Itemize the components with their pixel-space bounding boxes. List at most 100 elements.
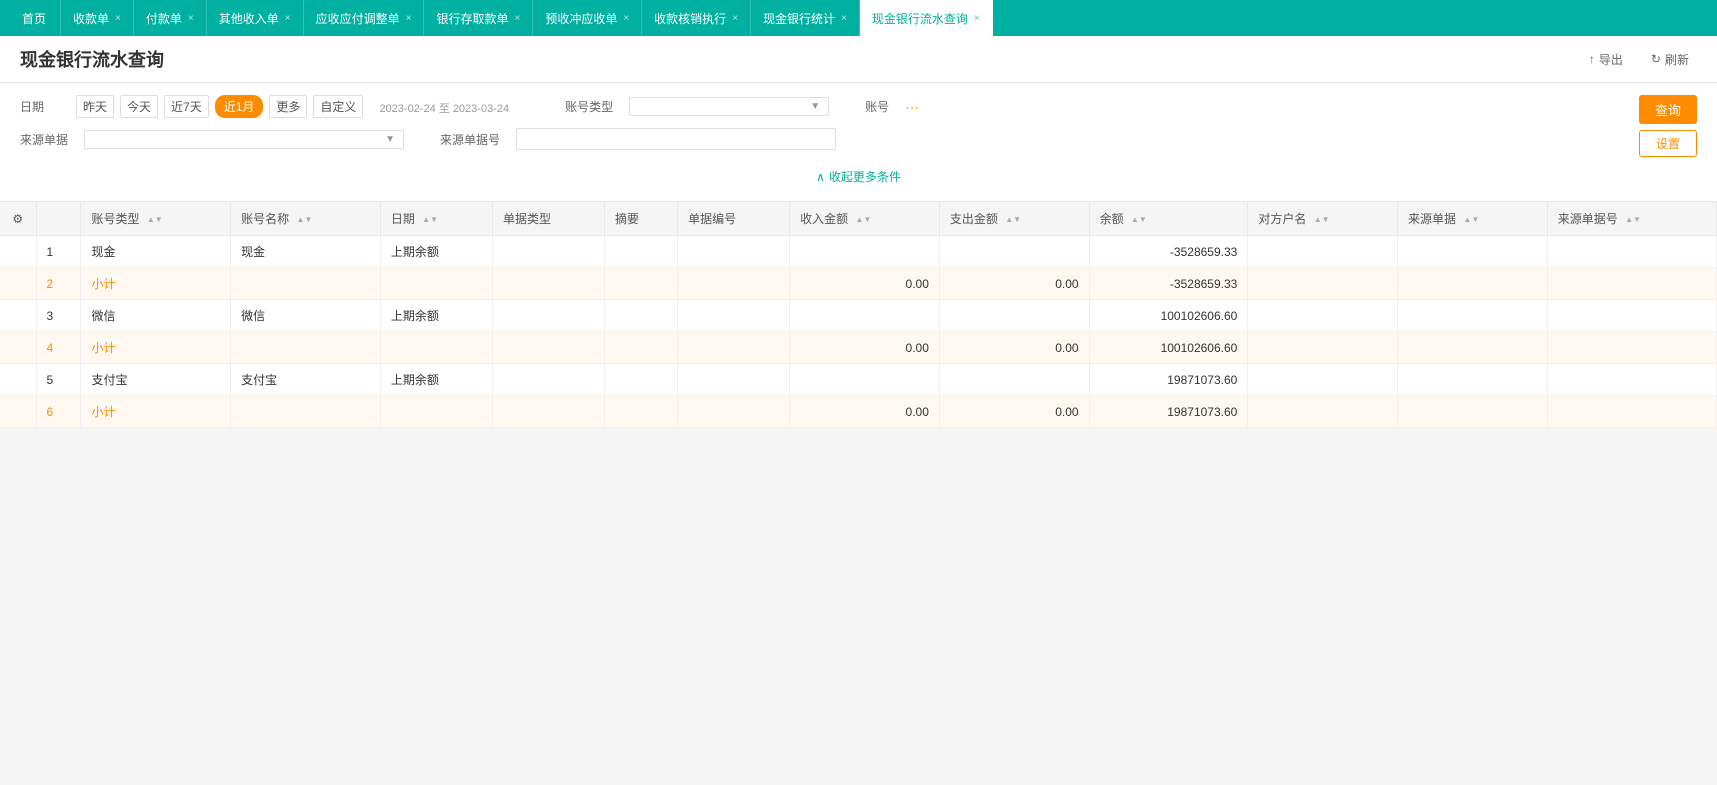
row-source-doc-no [1547, 268, 1716, 300]
row-source-doc-no [1547, 332, 1716, 364]
filter-area: 日期 昨天 今天 近7天 近1月 更多 自定义 2023-02-24 至 202… [0, 83, 1717, 202]
row-account-name: 现金 [231, 236, 381, 268]
source-doc-label: 来源单据 [20, 131, 68, 148]
th-summary: 摘要 [605, 202, 678, 236]
th-date[interactable]: 日期 ▲▼ [380, 202, 492, 236]
th-expense[interactable]: 支出金额 ▲▼ [939, 202, 1089, 236]
date-btn-custom[interactable]: 自定义 [313, 95, 363, 118]
refresh-button[interactable]: ↻ 刷新 [1643, 47, 1697, 72]
nav-item-收款核销执行[interactable]: 收款核销执行× [642, 0, 751, 36]
row-settings-cell [0, 268, 36, 300]
row-date: 上期余额 [380, 364, 492, 396]
th-account-name[interactable]: 账号名称 ▲▼ [231, 202, 381, 236]
nav-item-首页[interactable]: 首页 [8, 0, 61, 36]
row-summary [605, 300, 678, 332]
nav-item-预收冲应收单[interactable]: 预收冲应收单× [533, 0, 642, 36]
row-doc-type [492, 236, 604, 268]
th-income[interactable]: 收入金额 ▲▼ [790, 202, 940, 236]
account-type-select[interactable]: ▼ [629, 97, 829, 116]
row-account-name: 支付宝 [231, 364, 381, 396]
nav-label: 其他收入单 [219, 10, 279, 27]
row-settings-cell [0, 396, 36, 428]
row-doc-no [678, 268, 790, 300]
nav-item-付款单[interactable]: 付款单 × [134, 0, 207, 36]
row-summary [605, 236, 678, 268]
th-source-doc-no[interactable]: 来源单据号 ▲▼ [1547, 202, 1716, 236]
source-doc-no-label: 来源单据号 [440, 131, 500, 148]
nav-item-应收应付调整单[interactable]: 应收应付调整单× [304, 0, 425, 36]
page-header: 现金银行流水查询 ↑ 导出 ↻ 刷新 [0, 36, 1717, 83]
query-button[interactable]: 查询 [1639, 95, 1697, 124]
row-doc-no [678, 364, 790, 396]
nav-close-icon[interactable]: × [974, 13, 980, 24]
nav-close-icon[interactable]: × [732, 13, 738, 24]
nav-item-收款单[interactable]: 收款单 × [61, 0, 134, 36]
row-account-type: 微信 [81, 300, 231, 332]
row-settings-cell [0, 300, 36, 332]
table-row: 3 微信 微信 上期余额 100102606.60 [0, 300, 1717, 332]
nav-close-icon[interactable]: × [514, 13, 520, 24]
row-counterparty [1248, 396, 1398, 428]
settings-col-header[interactable]: ⚙ [0, 202, 36, 236]
row-doc-type [492, 396, 604, 428]
th-doc-type: 单据类型 [492, 202, 604, 236]
row-account-name [231, 332, 381, 364]
row-summary [605, 332, 678, 364]
row-summary [605, 396, 678, 428]
account-dots[interactable]: ··· [901, 99, 923, 115]
table-row: 5 支付宝 支付宝 上期余额 19871073.60 [0, 364, 1717, 396]
header-actions: ↑ 导出 ↻ 刷新 [1581, 47, 1697, 72]
th-source-doc[interactable]: 来源单据 ▲▼ [1398, 202, 1548, 236]
nav-label: 收款单 [73, 10, 109, 27]
nav-item-现金银行流水查询[interactable]: 现金银行流水查询× [860, 0, 993, 36]
row-doc-no [678, 300, 790, 332]
settings-button[interactable]: 设置 [1639, 130, 1697, 157]
row-expense [939, 236, 1089, 268]
row-doc-no [678, 236, 790, 268]
nav-close-icon[interactable]: × [285, 13, 291, 24]
row-doc-type [492, 300, 604, 332]
account-type-label: 账号类型 [565, 98, 621, 115]
date-btn-1month[interactable]: 近1月 [215, 95, 264, 118]
source-doc-select[interactable]: ▼ [84, 130, 404, 149]
collapse-bar[interactable]: ∧ 收起更多条件 [20, 164, 1697, 189]
row-balance: -3528659.33 [1089, 236, 1248, 268]
th-balance[interactable]: 余额 ▲▼ [1089, 202, 1248, 236]
export-button[interactable]: ↑ 导出 [1581, 47, 1631, 72]
row-counterparty [1248, 300, 1398, 332]
date-btn-more[interactable]: 更多 [269, 95, 307, 118]
nav-close-icon[interactable]: × [623, 13, 629, 24]
row-source-doc [1398, 396, 1548, 428]
date-btn-today[interactable]: 今天 [120, 95, 158, 118]
filter-wrapper: 日期 昨天 今天 近7天 近1月 更多 自定义 2023-02-24 至 202… [20, 95, 1697, 160]
date-btn-7days[interactable]: 近7天 [164, 95, 209, 118]
row-doc-no [678, 396, 790, 428]
nav-close-icon[interactable]: × [188, 13, 194, 24]
table-row: 2 小计 0.00 0.00 -3528659.33 [0, 268, 1717, 300]
row-no: 2 [36, 268, 81, 300]
sort-icon-source-doc-no: ▲▼ [1625, 216, 1641, 224]
row-doc-type [492, 268, 604, 300]
row-expense: 0.00 [939, 332, 1089, 364]
nav-item-现金银行统计[interactable]: 现金银行统计× [751, 0, 860, 36]
date-btn-yesterday[interactable]: 昨天 [76, 95, 114, 118]
th-account-type[interactable]: 账号类型 ▲▼ [81, 202, 231, 236]
th-counterparty[interactable]: 对方户名 ▲▼ [1248, 202, 1398, 236]
row-doc-type [492, 332, 604, 364]
row-income: 0.00 [790, 396, 940, 428]
row-counterparty [1248, 332, 1398, 364]
source-doc-no-input[interactable] [516, 128, 836, 150]
nav-label: 付款单 [146, 10, 182, 27]
row-counterparty [1248, 236, 1398, 268]
nav-close-icon[interactable]: × [115, 13, 121, 24]
nav-close-icon[interactable]: × [841, 13, 847, 24]
top-nav: 首页收款单×付款单×其他收入单×应收应付调整单×银行存取款单×预收冲应收单×收款… [0, 0, 1717, 36]
row-settings-cell [0, 332, 36, 364]
row-source-doc [1398, 332, 1548, 364]
row-no: 3 [36, 300, 81, 332]
nav-item-银行存取款单[interactable]: 银行存取款单× [424, 0, 533, 36]
sort-icon-expense: ▲▼ [1005, 216, 1021, 224]
nav-item-其他收入单[interactable]: 其他收入单 × [207, 0, 304, 36]
nav-close-icon[interactable]: × [406, 13, 412, 24]
data-table: ⚙ 账号类型 ▲▼ 账号名称 ▲▼ 日期 ▲▼ 单据类型 摘要 单据编号 [0, 202, 1717, 428]
